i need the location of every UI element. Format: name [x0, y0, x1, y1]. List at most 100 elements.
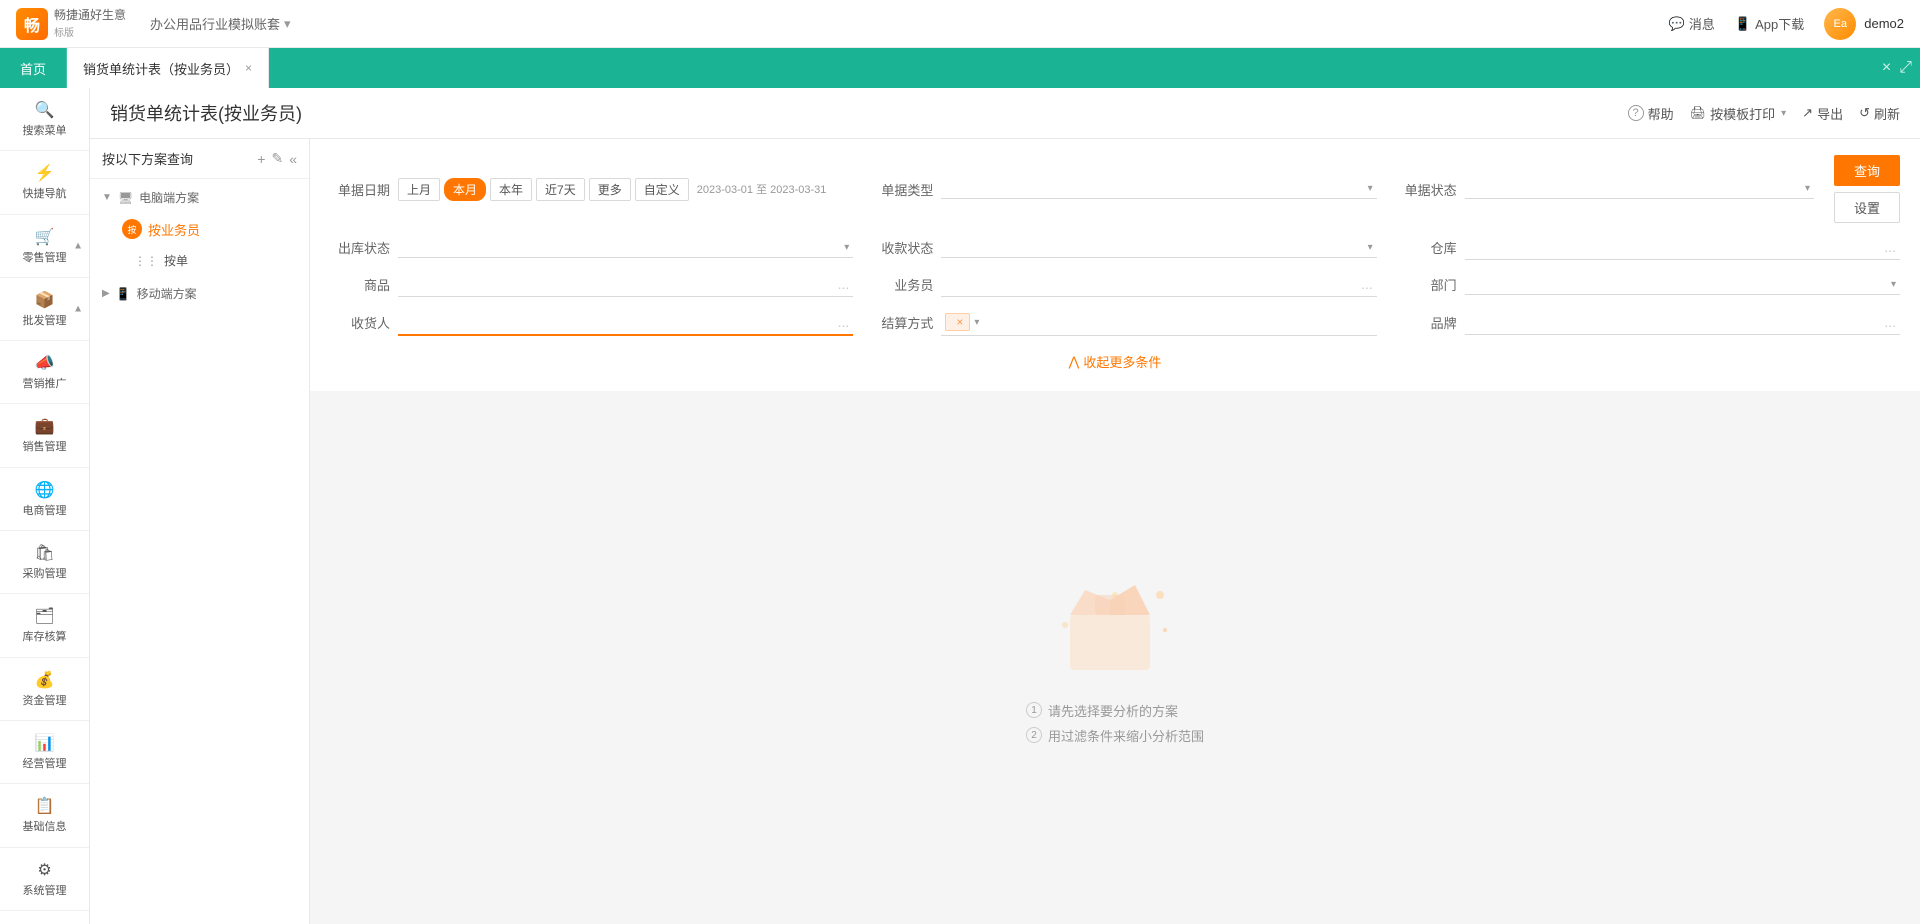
brand-label: 品牌: [1397, 313, 1457, 332]
filter-row-2: 出库状态 ▾ 收款状态 ▾: [330, 235, 1900, 260]
scheme-item-by-salesperson[interactable]: 按 按业务员: [90, 212, 309, 246]
product-dots-icon[interactable]: ...: [838, 276, 850, 292]
sidebar-item-retail[interactable]: 🛒 零售管理 ▲: [0, 215, 89, 278]
filter-area: 单据日期 上月 本月 本年 近7天 更多 自定义 2023-03-01 至 20…: [310, 139, 1920, 924]
message-action[interactable]: 💬 消息: [1669, 14, 1715, 33]
doc-type-select[interactable]: ▾: [941, 179, 1376, 199]
tab-sales-report-label: 销货单统计表（按业务员）: [83, 59, 239, 78]
app-download-action[interactable]: 📱 App下载: [1735, 14, 1804, 33]
filter-field-out-status: 出库状态 ▾: [330, 238, 853, 258]
salesperson-dots-icon[interactable]: ...: [1361, 276, 1373, 292]
sidebar-item-purchase[interactable]: 🛍 采购管理: [0, 531, 89, 594]
sidebar-item-operations[interactable]: 📊 经营管理: [0, 721, 89, 784]
department-select[interactable]: ▾: [1465, 275, 1900, 295]
sidebar-item-marketing[interactable]: 📣 营销推广: [0, 341, 89, 404]
recipient-input[interactable]: ...: [398, 310, 853, 336]
breadcrumb[interactable]: 办公用品行业模拟账套 ▾: [150, 14, 291, 33]
date-btn-7days[interactable]: 近7天: [536, 178, 585, 201]
department-arrow: ▾: [1891, 279, 1896, 290]
tab-sales-report[interactable]: 销货单统计表（按业务员） ×: [67, 48, 269, 88]
sidebar-item-ecommerce[interactable]: 🌐 电商管理: [0, 468, 89, 531]
tab-bar: 首页 销货单统计表（按业务员） × × ⤢: [0, 48, 1920, 88]
search-sidebar-icon: 🔍: [35, 100, 55, 120]
warehouse-input[interactable]: ...: [1465, 235, 1900, 260]
scheme-panel-header: 按以下方案查询 + ✎ «: [90, 139, 309, 179]
scheme-sub-item-by-dan[interactable]: ⋮⋮ 按单: [90, 246, 309, 275]
doc-status-select[interactable]: ▾: [1465, 179, 1814, 199]
tab-home[interactable]: 首页: [0, 48, 67, 88]
sidebar-basic-label: 基础信息: [23, 820, 67, 834]
sidebar-operations-label: 经营管理: [23, 757, 67, 771]
scheme-edit-icon[interactable]: ✎: [271, 150, 283, 167]
brand-input[interactable]: ...: [1465, 310, 1900, 335]
retail-icon: 🛒: [35, 227, 55, 247]
purchase-icon: 🛍: [34, 543, 54, 563]
logo-text: 畅: [24, 12, 40, 36]
sidebar-item-system[interactable]: ⚙ 系统管理: [0, 848, 89, 911]
query-button[interactable]: 查询: [1834, 155, 1900, 186]
sidebar-item-quick-nav[interactable]: ⚡ 快捷导航: [0, 151, 89, 214]
refresh-button[interactable]: ↺ 刷新: [1859, 104, 1900, 123]
breadcrumb-dropdown-icon[interactable]: ▾: [284, 16, 291, 32]
print-dropdown-arrow[interactable]: ▾: [1781, 108, 1786, 119]
date-btn-custom[interactable]: 自定义: [635, 178, 689, 201]
desktop-icon: 🖥: [118, 191, 133, 205]
payment-method-label: 结算方式: [873, 313, 933, 332]
sidebar-quick-nav-label: 快捷导航: [23, 187, 67, 201]
date-btn-this-year[interactable]: 本年: [490, 178, 532, 201]
mobile-group-arrow: ▶: [102, 288, 110, 299]
user-profile[interactable]: Ea demo2: [1824, 8, 1904, 40]
recipient-label: 收货人: [330, 313, 390, 332]
tab-minimize-btn[interactable]: ×: [1882, 59, 1891, 77]
help-icon: ?: [1628, 105, 1644, 121]
out-status-select[interactable]: ▾: [398, 238, 853, 258]
collapse-label: 收起更多条件: [1083, 352, 1161, 371]
scheme-panel-title: 按以下方案查询: [102, 149, 193, 168]
sidebar-item-finance[interactable]: 💰 资金管理: [0, 658, 89, 721]
scheme-collapse-icon[interactable]: «: [289, 151, 297, 167]
brand-dots-icon[interactable]: ...: [1884, 314, 1896, 330]
empty-tips: 1 请先选择要分析的方案 2 用过滤条件来缩小分析范围: [1026, 701, 1204, 751]
export-icon: ↗: [1802, 105, 1813, 121]
tab-bar-actions: × ⤢: [1882, 59, 1920, 77]
tab-maximize-btn[interactable]: ⤢: [1899, 59, 1912, 77]
sidebar-item-basic[interactable]: 📋 基础信息: [0, 784, 89, 847]
filter-row-3: 商品 ... 业务员 ...: [330, 272, 1900, 297]
warehouse-dots-icon[interactable]: ...: [1884, 239, 1896, 255]
app-name-block: 畅捷通好生意 标版: [54, 8, 126, 39]
scheme-group-desktop-header[interactable]: ▼ 🖥 电脑端方案: [90, 183, 309, 212]
export-button[interactable]: ↗ 导出: [1802, 104, 1843, 123]
tab-close-icon[interactable]: ×: [245, 61, 252, 75]
tag-close-icon[interactable]: ×: [956, 315, 963, 329]
user-name: demo2: [1864, 16, 1904, 31]
date-btn-this-month[interactable]: 本月: [444, 178, 486, 201]
scheme-add-icon[interactable]: +: [257, 151, 265, 167]
collapse-button[interactable]: ⋀ 收起更多条件: [1069, 352, 1162, 371]
settings-button[interactable]: 设置: [1834, 192, 1900, 223]
print-label: 按模板打印: [1710, 104, 1775, 123]
filter-field-salesperson: 业务员 ...: [853, 272, 1376, 297]
sidebar-item-inventory[interactable]: 🗂 库存核算: [0, 594, 89, 657]
date-btn-last-month[interactable]: 上月: [398, 178, 440, 201]
sidebar-item-search[interactable]: 🔍 搜索菜单: [0, 88, 89, 151]
recipient-dots-icon[interactable]: ...: [838, 314, 850, 330]
sidebar-item-wholesale[interactable]: 📦 批发管理 ▲: [0, 278, 89, 341]
dan-sub-icon: ⋮⋮: [134, 254, 158, 268]
message-label: 消息: [1689, 14, 1715, 33]
page-header: 销货单统计表(按业务员) ? 帮助 🖨 按模板打印 ▾ ↗ 导出: [90, 88, 1920, 139]
help-button[interactable]: ? 帮助: [1628, 104, 1674, 123]
payment-status-select[interactable]: ▾: [941, 238, 1376, 258]
salesperson-input[interactable]: ...: [941, 272, 1376, 297]
header-right: 💬 消息 📱 App下载 Ea demo2: [1669, 8, 1904, 40]
date-btn-more[interactable]: 更多: [589, 178, 631, 201]
sidebar-system-label: 系统管理: [23, 884, 67, 898]
sidebar-item-sales[interactable]: 💼 销售管理: [0, 404, 89, 467]
page-title: 销货单统计表(按业务员): [110, 100, 302, 126]
scheme-group-mobile-header[interactable]: ▶ 📱 移动端方案: [90, 279, 309, 308]
payment-method-select[interactable]: × ▾: [941, 309, 1376, 336]
filter-field-doc-status: 单据状态 ▾ 查询 设置: [1377, 155, 1900, 223]
sidebar-item-corp[interactable]: 🤝 企业协同: [0, 911, 89, 924]
out-status-label: 出库状态: [330, 238, 390, 257]
print-button[interactable]: 🖨 按模板打印 ▾: [1690, 104, 1787, 123]
product-input[interactable]: ...: [398, 272, 853, 297]
